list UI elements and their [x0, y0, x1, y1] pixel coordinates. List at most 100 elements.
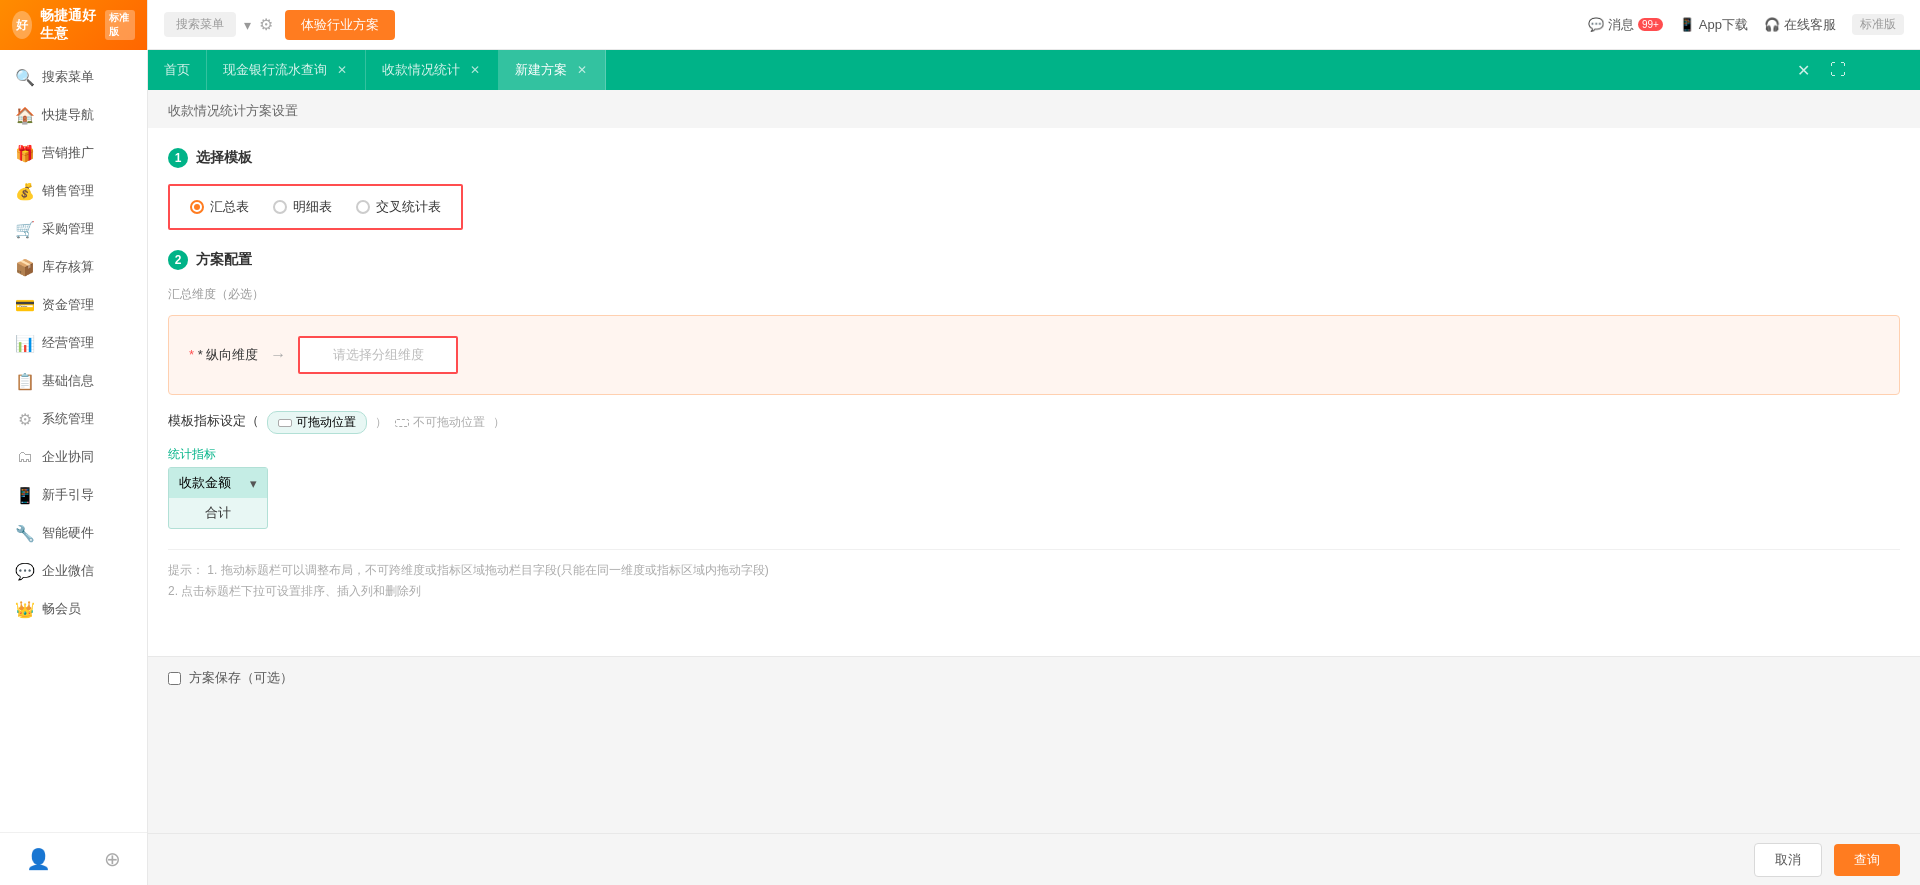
sidebar-menu: 🔍 搜索菜单 🏠 快捷导航 🎁 营销推广 💰 销售管理 🛒 采购管理 📦 库存核…	[0, 50, 147, 832]
cancel-button[interactable]: 取消	[1754, 843, 1822, 877]
sidebar-item-guide[interactable]: 📱 新手引导	[0, 476, 147, 514]
home-icon: 🏠	[16, 106, 34, 124]
metrics-cell-header: 收款金额 ▾	[169, 468, 267, 498]
sidebar-item-marketing[interactable]: 🎁 营销推广	[0, 134, 147, 172]
sidebar-item-ops[interactable]: 📊 经营管理	[0, 324, 147, 362]
tab-home-label: 首页	[164, 61, 190, 79]
radio-detail-label: 明细表	[293, 198, 332, 216]
tab-cashflow-close[interactable]: ✕	[335, 61, 349, 79]
metrics-category: 统计指标	[168, 446, 268, 463]
sidebar-item-vip[interactable]: 👑 畅会员	[0, 590, 147, 628]
drag-indicator: 可拖动位置	[267, 411, 367, 434]
sidebar: 好 畅捷通好生意 标准版 🔍 搜索菜单 🏠 快捷导航 🎁 营销推广 💰 销售管理…	[0, 0, 148, 885]
main-area: 搜索菜单 ▾ ⚙ 体验行业方案 💬 消息 99+ 📱 App下载 🎧 在线客服 …	[148, 0, 1920, 885]
metrics-section: 模板指标设定（ 可拖动位置 ） 不可拖动位置 ） 统计指标	[168, 411, 1900, 529]
sidebar-item-system[interactable]: ⚙ 系统管理	[0, 400, 147, 438]
metrics-separator: ）	[375, 414, 387, 431]
sidebar-label-funds: 资金管理	[42, 296, 94, 314]
page-header: 收款情况统计方案设置	[148, 90, 1920, 128]
box-icon: 📦	[16, 258, 34, 276]
top-header: 搜索菜单 ▾ ⚙ 体验行业方案 💬 消息 99+ 📱 App下载 🎧 在线客服 …	[148, 0, 1920, 50]
sidebar-label-basic-info: 基础信息	[42, 372, 94, 390]
radio-summary[interactable]: 汇总表	[190, 198, 249, 216]
tab-new-plan[interactable]: 新建方案 ✕	[499, 50, 606, 90]
radio-detail-circle	[273, 200, 287, 214]
header-dropdown-icon[interactable]: ▾	[244, 17, 251, 33]
query-button[interactable]: 查询	[1834, 844, 1900, 876]
dim-placeholder[interactable]: 请选择分组维度	[298, 336, 458, 374]
tab-home[interactable]: 首页	[148, 50, 207, 90]
chevron-down-icon[interactable]: ▾	[250, 476, 257, 491]
gear-icon: ⚙	[16, 410, 34, 428]
metrics-section-label: 模板指标设定（	[168, 412, 259, 430]
metrics-cell[interactable]: 收款金额 ▾ 合计	[168, 467, 268, 529]
tips-area: 提示： 1. 拖动标题栏可以调整布局，不可跨维度或指标区域拖动栏目字段(只能在同…	[168, 549, 1900, 616]
chat-icon: 💬	[16, 562, 34, 580]
config-subsection-dim: 汇总维度（必选） * * 纵向维度 → 请选择分组维度	[168, 286, 1900, 395]
download-label: App下载	[1699, 16, 1748, 34]
tab-bar: 首页 现金银行流水查询 ✕ 收款情况统计 ✕ 新建方案 ✕ ✕ ⛶	[148, 50, 1920, 90]
download-btn[interactable]: 📱 App下载	[1679, 16, 1748, 34]
section-title-1: 选择模板	[196, 149, 252, 167]
sidebar-label-search: 搜索菜单	[42, 68, 94, 86]
save-option-label[interactable]: 方案保存（可选）	[189, 669, 293, 687]
sidebar-item-basic-info[interactable]: 📋 基础信息	[0, 362, 147, 400]
radio-summary-circle	[190, 200, 204, 214]
sidebar-item-sales[interactable]: 💰 销售管理	[0, 172, 147, 210]
user-avatar[interactable]: 标准版	[1852, 14, 1904, 35]
tab-expand-action[interactable]: ⛶	[1824, 57, 1852, 83]
tab-cashflow[interactable]: 现金银行流水查询 ✕	[207, 50, 366, 90]
radio-cross-label: 交叉统计表	[376, 198, 441, 216]
content-area: 收款情况统计方案设置 1 选择模板 汇总表 明细表	[148, 90, 1920, 833]
sidebar-label-ops: 经营管理	[42, 334, 94, 352]
money-icon: 💰	[16, 182, 34, 200]
metrics-cell-body: 合计	[169, 498, 267, 528]
section-num-1: 1	[168, 148, 188, 168]
tab-receipt-stats[interactable]: 收款情况统计 ✕	[366, 50, 499, 90]
tab-receipt-stats-close[interactable]: ✕	[468, 61, 482, 79]
sidebar-item-smart-hw[interactable]: 🔧 智能硬件	[0, 514, 147, 552]
sidebar-item-coop[interactable]: 🗂 企业协同	[0, 438, 147, 476]
radio-detail[interactable]: 明细表	[273, 198, 332, 216]
clipboard-icon: 📋	[16, 372, 34, 390]
sidebar-bottom-icon-right[interactable]: ⊕	[98, 841, 127, 877]
sidebar-label-quick-nav: 快捷导航	[42, 106, 94, 124]
breadcrumb: 搜索菜单	[164, 12, 236, 37]
metrics-cell-header-text: 收款金额	[179, 474, 231, 492]
sidebar-item-purchase[interactable]: 🛒 采购管理	[0, 210, 147, 248]
sidebar-bottom-icon-left[interactable]: 👤	[20, 841, 57, 877]
logo-icon: 好	[12, 11, 32, 39]
sidebar-label-purchase: 采购管理	[42, 220, 94, 238]
crown-icon: 👑	[16, 600, 34, 618]
tab-bar-actions: ✕ ⛶	[1791, 57, 1860, 84]
logo-text: 畅捷通好生意	[40, 7, 101, 43]
header-gear-icon[interactable]: ⚙	[259, 15, 273, 34]
version-tag: 标准版	[105, 10, 135, 40]
service-icon: 🎧	[1764, 17, 1780, 32]
section-template: 1 选择模板 汇总表 明细表 交叉统计表	[168, 148, 1900, 230]
tool-icon: 🔧	[16, 524, 34, 542]
notification-icon: 💬	[1588, 17, 1604, 32]
tab-new-plan-close[interactable]: ✕	[575, 61, 589, 79]
radio-cross[interactable]: 交叉统计表	[356, 198, 441, 216]
tab-close-action[interactable]: ✕	[1791, 57, 1816, 84]
search-icon: 🔍	[16, 68, 34, 86]
drag-label: 可拖动位置	[296, 414, 356, 431]
save-checkbox[interactable]	[168, 672, 181, 685]
sidebar-item-search[interactable]: 🔍 搜索菜单	[0, 58, 147, 96]
notification-btn[interactable]: 💬 消息 99+	[1588, 16, 1663, 34]
gift-icon: 🎁	[16, 144, 34, 162]
no-drag-indicator: 不可拖动位置	[395, 414, 485, 431]
industry-btn[interactable]: 体验行业方案	[285, 10, 395, 40]
sidebar-item-inventory[interactable]: 📦 库存核算	[0, 248, 147, 286]
sidebar-item-funds[interactable]: 💳 资金管理	[0, 286, 147, 324]
sidebar-label-smart-hw: 智能硬件	[42, 524, 94, 542]
tips-line-2: 2. 点击标题栏下拉可设置排序、插入列和删除列	[168, 583, 1900, 600]
page-body: 1 选择模板 汇总表 明细表 交叉统计表	[148, 128, 1920, 656]
service-btn[interactable]: 🎧 在线客服	[1764, 16, 1836, 34]
sidebar-item-wechat[interactable]: 💬 企业微信	[0, 552, 147, 590]
card-icon: 💳	[16, 296, 34, 314]
section-template-header: 1 选择模板	[168, 148, 1900, 168]
section-num-2: 2	[168, 250, 188, 270]
sidebar-item-quick-nav[interactable]: 🏠 快捷导航	[0, 96, 147, 134]
